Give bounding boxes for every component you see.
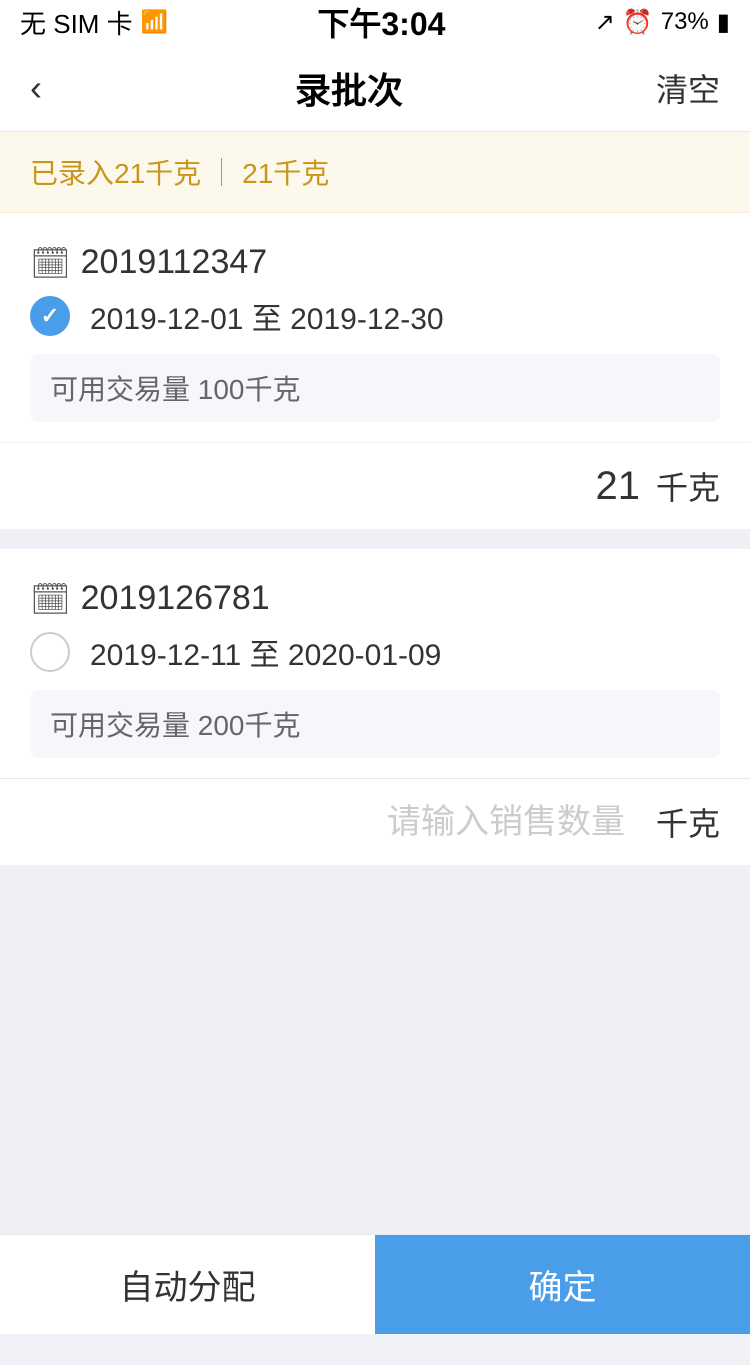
quantity-input-unit-2: 千克: [656, 799, 720, 845]
availability-box-2: 可用交易量 200千克: [30, 690, 720, 758]
auto-distribute-button[interactable]: 自动分配: [0, 1235, 375, 1334]
doc-icon-2: 🗓: [30, 580, 71, 618]
separator-1: [0, 529, 750, 549]
info-value: 21千克: [242, 152, 329, 192]
sim-label: 无 SIM 卡: [20, 4, 133, 41]
batch-id-row-1: 🗓 2019112347: [30, 243, 720, 282]
batch-id-row-2: 🗓 2019126781: [30, 579, 720, 618]
bottom-spacer: [0, 865, 750, 1265]
footer: 自动分配 确定: [0, 1234, 750, 1334]
location-icon: ↗: [595, 8, 615, 37]
quantity-value-1: 21: [595, 464, 640, 509]
recorded-label: 已录入21千克: [30, 152, 201, 192]
batch-item-1: 🗓 2019112347 2019-12-01 至 2019-12-30 可用交…: [0, 213, 750, 529]
status-time: 下午3:04: [317, 0, 445, 45]
confirm-label: 确定: [529, 1260, 597, 1309]
info-banner: 已录入21千克 21千克: [0, 132, 750, 213]
batch-id-2: 2019126781: [81, 579, 270, 618]
auto-distribute-label: 自动分配: [120, 1260, 256, 1309]
clear-button[interactable]: 清空: [656, 65, 720, 111]
nav-bar: ‹ 录批次 清空: [0, 44, 750, 132]
back-button[interactable]: ‹: [30, 67, 42, 109]
battery-icon: ▮: [717, 8, 730, 37]
quantity-input-row-2: 千克: [0, 778, 750, 865]
confirm-button[interactable]: 确定: [375, 1235, 750, 1334]
quantity-row-1: 21 千克: [0, 442, 750, 529]
checkbox-1[interactable]: [30, 296, 70, 336]
checkbox-2[interactable]: [30, 632, 70, 672]
batch-date-1: 2019-12-01 至 2019-12-30: [90, 294, 444, 338]
info-divider: [221, 158, 222, 186]
availability-text-1: 可用交易量 100千克: [50, 374, 301, 405]
battery-label: 73%: [661, 8, 709, 36]
status-right: ↗ ⏰ 73% ▮: [595, 8, 730, 37]
batch-id-1: 2019112347: [81, 243, 268, 282]
quantity-unit-1: 千克: [656, 463, 720, 509]
wifi-icon: 📶: [141, 9, 168, 35]
quantity-input-2[interactable]: [30, 803, 640, 842]
availability-text-2: 可用交易量 200千克: [50, 710, 301, 741]
page-title: 录批次: [295, 62, 403, 114]
doc-icon-1: 🗓: [30, 244, 71, 282]
batch-date-row-2: 2019-12-11 至 2020-01-09: [30, 630, 720, 674]
status-left: 无 SIM 卡 📶: [20, 4, 168, 41]
status-bar: 无 SIM 卡 📶 下午3:04 ↗ ⏰ 73% ▮: [0, 0, 750, 44]
alarm-icon: ⏰: [623, 8, 653, 37]
batch-item-2: 🗓 2019126781 2019-12-11 至 2020-01-09 可用交…: [0, 549, 750, 865]
availability-box-1: 可用交易量 100千克: [30, 354, 720, 422]
batch-date-2: 2019-12-11 至 2020-01-09: [90, 630, 441, 674]
batch-date-row-1: 2019-12-01 至 2019-12-30: [30, 294, 720, 338]
